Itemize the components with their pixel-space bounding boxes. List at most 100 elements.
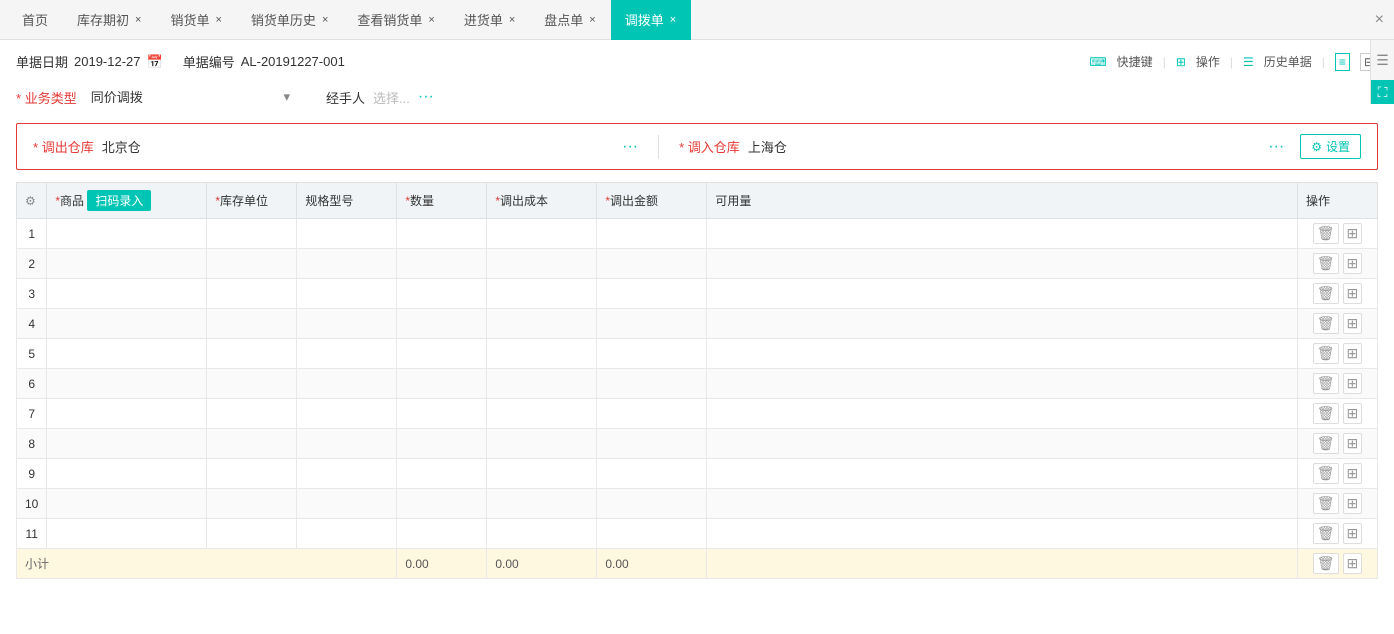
delete-row-btn[interactable]: 🗑 (1313, 253, 1339, 274)
row-number: 6 (17, 369, 47, 399)
th-available: 可用量 (707, 183, 1298, 219)
cell-product[interactable] (47, 369, 207, 399)
delete-row-btn[interactable]: 🗑 (1313, 463, 1339, 484)
cell-actions: 🗑 ⊞ (1298, 429, 1378, 459)
warehouse-in-field: * 调入仓库 上海仓 ··· (679, 137, 1284, 156)
row-number: 2 (17, 249, 47, 279)
cell-transfer-amount (597, 369, 707, 399)
close-tab-sales-order[interactable]: × (215, 14, 221, 26)
tab-transfer-order[interactable]: 调拨单 × (611, 0, 691, 40)
close-tab-sales-history[interactable]: × (322, 14, 328, 26)
history-label[interactable]: 历史单据 (1264, 53, 1312, 70)
delete-row-btn[interactable]: 🗑 (1313, 223, 1339, 244)
copy-row-btn[interactable]: ⊞ (1343, 493, 1363, 514)
subtotal-delete-btn[interactable]: 🗑 (1313, 553, 1339, 574)
calendar-icon[interactable]: 📅 (147, 54, 163, 70)
close-tab-inventory-init[interactable]: × (135, 14, 141, 26)
cell-transfer-amount (597, 459, 707, 489)
tab-inventory-init[interactable]: 库存期初 × (63, 0, 156, 40)
cell-product[interactable] (47, 399, 207, 429)
th-transfer-cost: *调出成本 (487, 183, 597, 219)
cell-actions: 🗑 ⊞ (1298, 279, 1378, 309)
close-tab-view-sales[interactable]: × (428, 14, 434, 26)
cell-product[interactable] (47, 459, 207, 489)
cell-product[interactable] (47, 339, 207, 369)
tab-view-sales[interactable]: 查看销货单 × (343, 0, 449, 40)
delete-row-btn[interactable]: 🗑 (1313, 343, 1339, 364)
cell-qty (397, 219, 487, 249)
right-sidebar: ☰ ⛶ (1370, 40, 1394, 104)
table-row: 10 🗑 ⊞ (17, 489, 1378, 519)
subtotal-amount: 0.00 (597, 549, 707, 579)
subtotal-copy-btn[interactable]: ⊞ (1343, 553, 1363, 574)
settings-gear-icon[interactable]: ⚙ (25, 194, 36, 208)
copy-row-btn[interactable]: ⊞ (1343, 283, 1363, 304)
delete-row-btn[interactable]: 🗑 (1313, 433, 1339, 454)
handler-more-btn[interactable]: ··· (418, 88, 434, 106)
delete-row-btn[interactable]: 🗑 (1313, 373, 1339, 394)
copy-row-btn[interactable]: ⊞ (1343, 223, 1363, 244)
cell-qty (397, 429, 487, 459)
cell-actions: 🗑 ⊞ (1298, 519, 1378, 549)
cell-product[interactable] (47, 519, 207, 549)
operations-label[interactable]: 操作 (1196, 53, 1220, 70)
delete-row-btn[interactable]: 🗑 (1313, 313, 1339, 334)
cell-product[interactable] (47, 219, 207, 249)
cell-product[interactable] (47, 489, 207, 519)
subtotal-qty: 0.00 (397, 549, 487, 579)
cell-transfer-amount (597, 519, 707, 549)
close-tab-purchase-order[interactable]: × (509, 14, 515, 26)
copy-row-btn[interactable]: ⊞ (1343, 403, 1363, 424)
delete-row-btn[interactable]: 🗑 (1313, 493, 1339, 514)
delete-row-btn[interactable]: 🗑 (1313, 283, 1339, 304)
settings-button[interactable]: ⚙ 设置 (1300, 134, 1361, 159)
handler-input[interactable]: 选择... (373, 88, 410, 107)
shortcuts-label[interactable]: 快捷键 (1117, 53, 1153, 70)
copy-row-btn[interactable]: ⊞ (1343, 253, 1363, 274)
tab-purchase-order[interactable]: 进货单 × (450, 0, 530, 40)
divider2: | (1230, 55, 1233, 69)
th-operations: 操作 (1298, 183, 1378, 219)
cell-actions: 🗑 ⊞ (1298, 339, 1378, 369)
tab-home[interactable]: 首页 (8, 0, 63, 40)
close-tab-transfer-order[interactable]: × (670, 14, 676, 26)
cell-actions: 🗑 ⊞ (1298, 369, 1378, 399)
cell-transfer-amount (597, 249, 707, 279)
dropdown-icon: ▾ (283, 89, 290, 105)
layout-icon1[interactable]: ≡ (1335, 53, 1350, 71)
form-row2: * 业务类型 同价调拨 ▾ 经手人 选择... ··· (16, 83, 1378, 111)
copy-row-btn[interactable]: ⊞ (1343, 343, 1363, 364)
warehouse-out-more[interactable]: ··· (622, 138, 638, 156)
tab-inventory-count[interactable]: 盘点单 × (530, 0, 610, 40)
copy-row-btn[interactable]: ⊞ (1343, 523, 1363, 544)
copy-row-btn[interactable]: ⊞ (1343, 463, 1363, 484)
biz-type-select[interactable]: 同价调拨 ▾ (85, 83, 296, 111)
cell-unit (207, 399, 297, 429)
delete-row-btn[interactable]: 🗑 (1313, 523, 1339, 544)
cell-qty (397, 369, 487, 399)
copy-row-btn[interactable]: ⊞ (1343, 433, 1363, 454)
scan-btn[interactable]: 扫码录入 (87, 190, 151, 211)
row-number: 9 (17, 459, 47, 489)
copy-row-btn[interactable]: ⊞ (1343, 373, 1363, 394)
cell-product[interactable] (47, 309, 207, 339)
operations-icon: ⊞ (1176, 55, 1186, 69)
row-number: 11 (17, 519, 47, 549)
tab-sales-history[interactable]: 销货单历史 × (237, 0, 343, 40)
table-row: 9 🗑 ⊞ (17, 459, 1378, 489)
close-tab-inventory-count[interactable]: × (589, 14, 595, 26)
copy-row-btn[interactable]: ⊞ (1343, 313, 1363, 334)
cell-product[interactable] (47, 249, 207, 279)
biz-type-label: * 业务类型 (16, 88, 77, 107)
close-all-tabs[interactable]: × (1375, 11, 1384, 29)
cell-product[interactable] (47, 429, 207, 459)
warehouse-in-more[interactable]: ··· (1268, 138, 1284, 156)
tab-sales-order[interactable]: 销货单 × (156, 0, 236, 40)
date-label: 单据日期 (16, 52, 68, 71)
sidebar-list-icon[interactable]: ☰ (1371, 48, 1394, 72)
delete-row-btn[interactable]: 🗑 (1313, 403, 1339, 424)
sidebar-expand-icon[interactable]: ⛶ (1371, 80, 1394, 104)
cell-product[interactable] (47, 279, 207, 309)
cell-qty (397, 249, 487, 279)
warehouse-section: * 调出仓库 北京仓 ··· * 调入仓库 上海仓 ··· ⚙ 设置 (16, 123, 1378, 170)
